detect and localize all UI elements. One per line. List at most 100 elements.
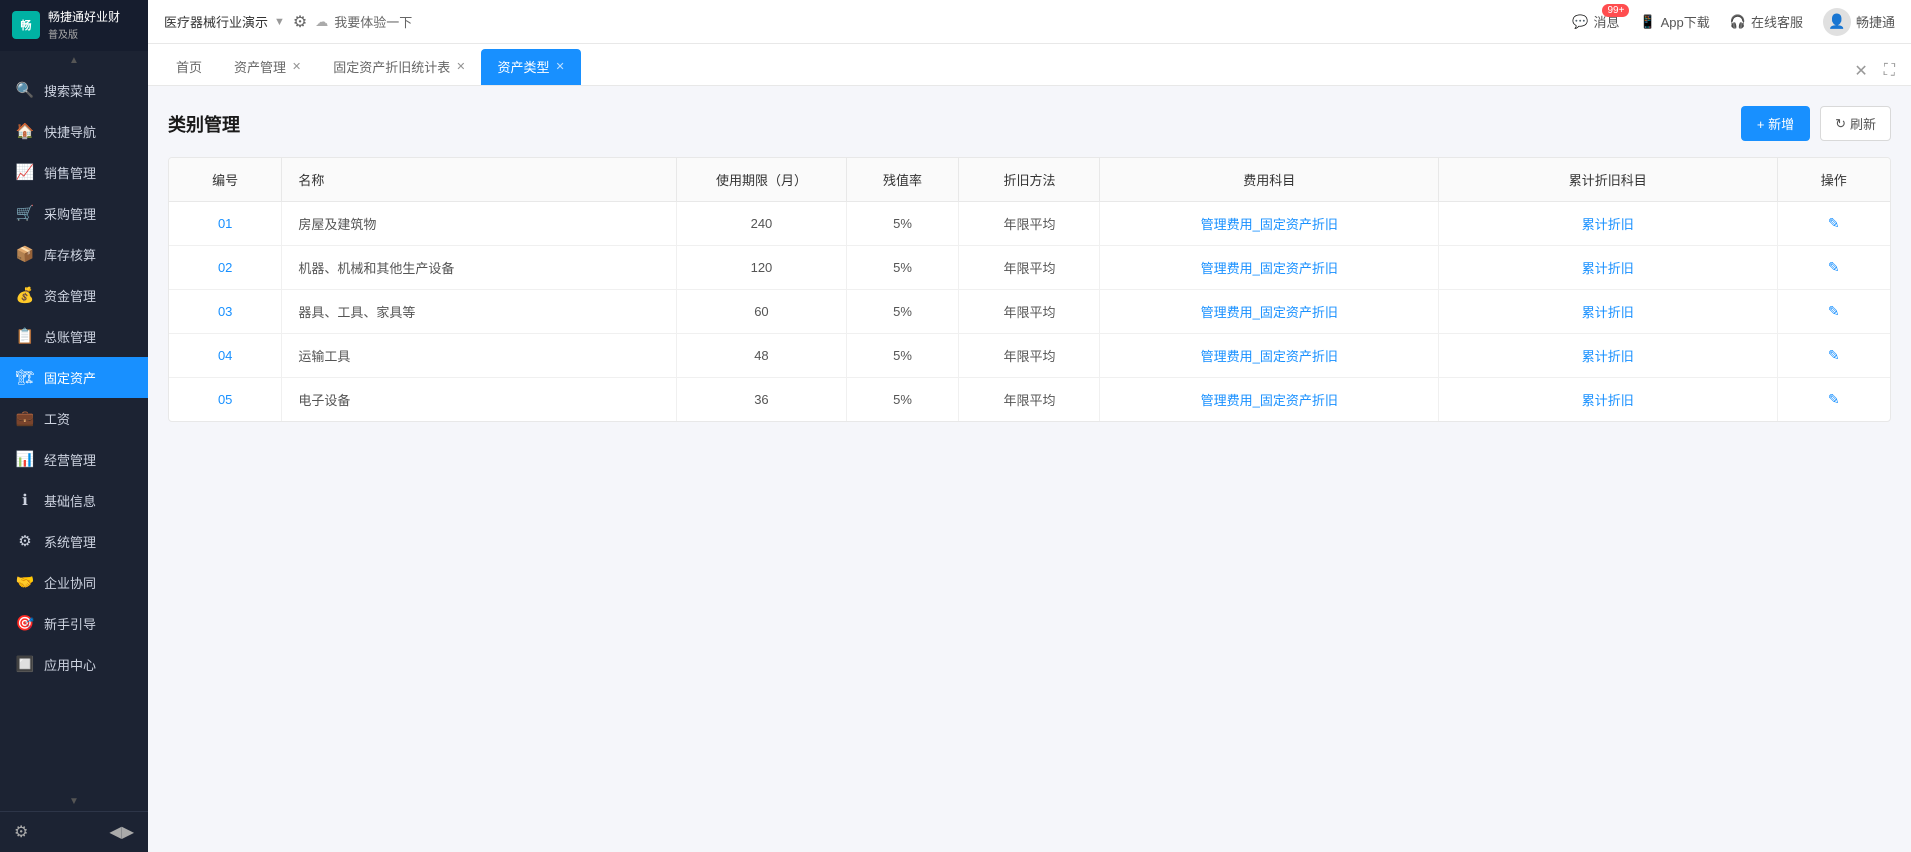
table-header-row: 编号 名称 使用期限（月） 残值率 折旧方法 费用科目 累计折旧科目 操作 xyxy=(169,158,1890,202)
message-icon: 💬 xyxy=(1572,14,1588,30)
refresh-label: 刷新 xyxy=(1850,114,1876,133)
tab-asset-types-close[interactable]: ✕ xyxy=(556,60,565,73)
sidebar-bottom: ⚙ ◀▶ xyxy=(0,811,148,852)
ledger-icon: 📋 xyxy=(16,327,34,345)
sidebar-item-capital-label: 资金管理 xyxy=(44,286,96,305)
cell-depreciation-method: 年限平均 xyxy=(959,334,1100,378)
sidebar-item-fixed-assets[interactable]: 🏗 固定资产 xyxy=(0,357,148,398)
home-icon: 🏠 xyxy=(16,122,34,140)
tab-asset-types[interactable]: 资产类型 ✕ xyxy=(481,49,580,85)
customer-service-button[interactable]: 🎧 在线客服 xyxy=(1730,12,1803,31)
cloud-icon: ☁ xyxy=(315,14,328,30)
cell-action: ✎ xyxy=(1777,202,1890,246)
payroll-icon: 💼 xyxy=(16,409,34,427)
table-row: 01 房屋及建筑物 240 5% 年限平均 管理费用_固定资产折旧 累计折旧 ✎ xyxy=(169,202,1890,246)
collapse-icon[interactable]: ◀▶ xyxy=(109,822,134,842)
cell-residual-rate: 5% xyxy=(846,202,959,246)
cell-code: 04 xyxy=(169,334,282,378)
experience-button[interactable]: ☁ 我要体验一下 xyxy=(315,12,412,31)
data-table: 编号 名称 使用期限（月） 残值率 折旧方法 费用科目 累计折旧科目 操作 01… xyxy=(168,157,1891,422)
cell-period: 36 xyxy=(677,378,846,422)
operations-icon: 📊 xyxy=(16,450,34,468)
cell-action: ✎ xyxy=(1777,290,1890,334)
edit-button[interactable]: ✎ xyxy=(1828,215,1840,231)
system-icon: ⚙ xyxy=(16,532,34,550)
cooperation-icon: 🤝 xyxy=(16,573,34,591)
sidebar-item-purchase[interactable]: 🛒 采购管理 xyxy=(0,193,148,234)
cell-name: 房屋及建筑物 xyxy=(282,202,677,246)
col-header-period: 使用期限（月） xyxy=(677,158,846,202)
cell-name: 电子设备 xyxy=(282,378,677,422)
sales-icon: 📈 xyxy=(16,163,34,181)
sidebar-item-beginner-label: 新手引导 xyxy=(44,614,96,633)
edit-button[interactable]: ✎ xyxy=(1828,347,1840,363)
cell-residual-rate: 5% xyxy=(846,378,959,422)
sidebar-item-operations[interactable]: 📊 经营管理 xyxy=(0,439,148,480)
tab-fixed-assets-table-close[interactable]: ✕ xyxy=(456,60,465,73)
cell-name: 机器、机械和其他生产设备 xyxy=(282,246,677,290)
new-button[interactable]: + 新增 xyxy=(1741,106,1810,141)
cell-code: 02 xyxy=(169,246,282,290)
col-header-cost: 费用科目 xyxy=(1100,158,1439,202)
cell-accum-subject: 累计折旧 xyxy=(1439,202,1778,246)
topbar-left: 医疗器械行业演示 ▼ ⚙ ☁ 我要体验一下 xyxy=(164,12,1560,32)
fixed-assets-icon: 🏗 xyxy=(16,368,34,386)
sidebar-item-cooperation[interactable]: 🤝 企业协同 xyxy=(0,562,148,603)
app-download-button[interactable]: 📱 App下载 xyxy=(1639,12,1709,31)
table-row: 02 机器、机械和其他生产设备 120 5% 年限平均 管理费用_固定资产折旧 … xyxy=(169,246,1890,290)
category-table: 编号 名称 使用期限（月） 残值率 折旧方法 费用科目 累计折旧科目 操作 01… xyxy=(169,158,1890,421)
sidebar-item-search[interactable]: 🔍 搜索菜单 xyxy=(0,70,148,111)
tab-close-all-icon[interactable]: ✕ xyxy=(1850,57,1871,85)
cell-cost-subject: 管理费用_固定资产折旧 xyxy=(1100,246,1439,290)
sidebar-item-app-center[interactable]: 🔲 应用中心 xyxy=(0,644,148,685)
company-dropdown-icon: ▼ xyxy=(274,16,285,28)
logo-badge: 普及版 xyxy=(48,26,120,41)
tabbar-actions: ✕ ⛶ xyxy=(1850,57,1899,85)
cell-depreciation-method: 年限平均 xyxy=(959,246,1100,290)
service-icon: 🎧 xyxy=(1730,14,1746,30)
cell-cost-subject: 管理费用_固定资产折旧 xyxy=(1100,290,1439,334)
sidebar-item-quick-nav[interactable]: 🏠 快捷导航 xyxy=(0,111,148,152)
logo-text-block: 畅捷通好业财 普及版 xyxy=(48,10,120,41)
cell-accum-subject: 累计折旧 xyxy=(1439,334,1778,378)
cell-cost-subject: 管理费用_固定资产折旧 xyxy=(1100,378,1439,422)
sidebar-item-sales[interactable]: 📈 销售管理 xyxy=(0,152,148,193)
sidebar-item-capital[interactable]: 💰 资金管理 xyxy=(0,275,148,316)
table-row: 03 器具、工具、家具等 60 5% 年限平均 管理费用_固定资产折旧 累计折旧… xyxy=(169,290,1890,334)
col-header-method: 折旧方法 xyxy=(959,158,1100,202)
cell-period: 48 xyxy=(677,334,846,378)
sidebar-item-cooperation-label: 企业协同 xyxy=(44,573,96,592)
user-menu[interactable]: 👤 畅捷通 xyxy=(1823,8,1895,36)
col-header-accum: 累计折旧科目 xyxy=(1439,158,1778,202)
tab-fixed-assets-table[interactable]: 固定资产折旧统计表 ✕ xyxy=(317,49,481,85)
cell-name: 运输工具 xyxy=(282,334,677,378)
edit-button[interactable]: ✎ xyxy=(1828,303,1840,319)
edit-button[interactable]: ✎ xyxy=(1828,259,1840,275)
sidebar-item-basic-info[interactable]: ℹ 基础信息 xyxy=(0,480,148,521)
settings-icon[interactable]: ⚙ xyxy=(293,12,307,32)
sidebar-item-ledger[interactable]: 📋 总账管理 xyxy=(0,316,148,357)
tab-assets-mgmt-close[interactable]: ✕ xyxy=(292,60,301,73)
cell-depreciation-method: 年限平均 xyxy=(959,202,1100,246)
tab-home[interactable]: 首页 xyxy=(160,49,218,85)
edit-button[interactable]: ✎ xyxy=(1828,391,1840,407)
sidebar-item-beginner[interactable]: 🎯 新手引导 xyxy=(0,603,148,644)
page-actions: + 新增 ↻ 刷新 xyxy=(1741,106,1891,141)
capital-icon: 💰 xyxy=(16,286,34,304)
cell-accum-subject: 累计折旧 xyxy=(1439,246,1778,290)
sidebar-item-inventory[interactable]: 📦 库存核算 xyxy=(0,234,148,275)
refresh-button[interactable]: ↻ 刷新 xyxy=(1820,106,1891,141)
message-button[interactable]: 💬 消息 99+ xyxy=(1572,12,1619,31)
cell-cost-subject: 管理费用_固定资产折旧 xyxy=(1100,202,1439,246)
sidebar-item-app-center-label: 应用中心 xyxy=(44,655,96,674)
sidebar-item-system[interactable]: ⚙ 系统管理 xyxy=(0,521,148,562)
sidebar-item-payroll[interactable]: 💼 工资 xyxy=(0,398,148,439)
company-selector[interactable]: 医疗器械行业演示 ▼ xyxy=(164,12,285,31)
sidebar-item-fixed-assets-label: 固定资产 xyxy=(44,368,96,387)
cell-period: 120 xyxy=(677,246,846,290)
cell-period: 240 xyxy=(677,202,846,246)
tab-assets-mgmt[interactable]: 资产管理 ✕ xyxy=(218,49,317,85)
tab-expand-icon[interactable]: ⛶ xyxy=(1880,58,1899,84)
cell-action: ✎ xyxy=(1777,246,1890,290)
settings-icon[interactable]: ⚙ xyxy=(14,822,28,842)
